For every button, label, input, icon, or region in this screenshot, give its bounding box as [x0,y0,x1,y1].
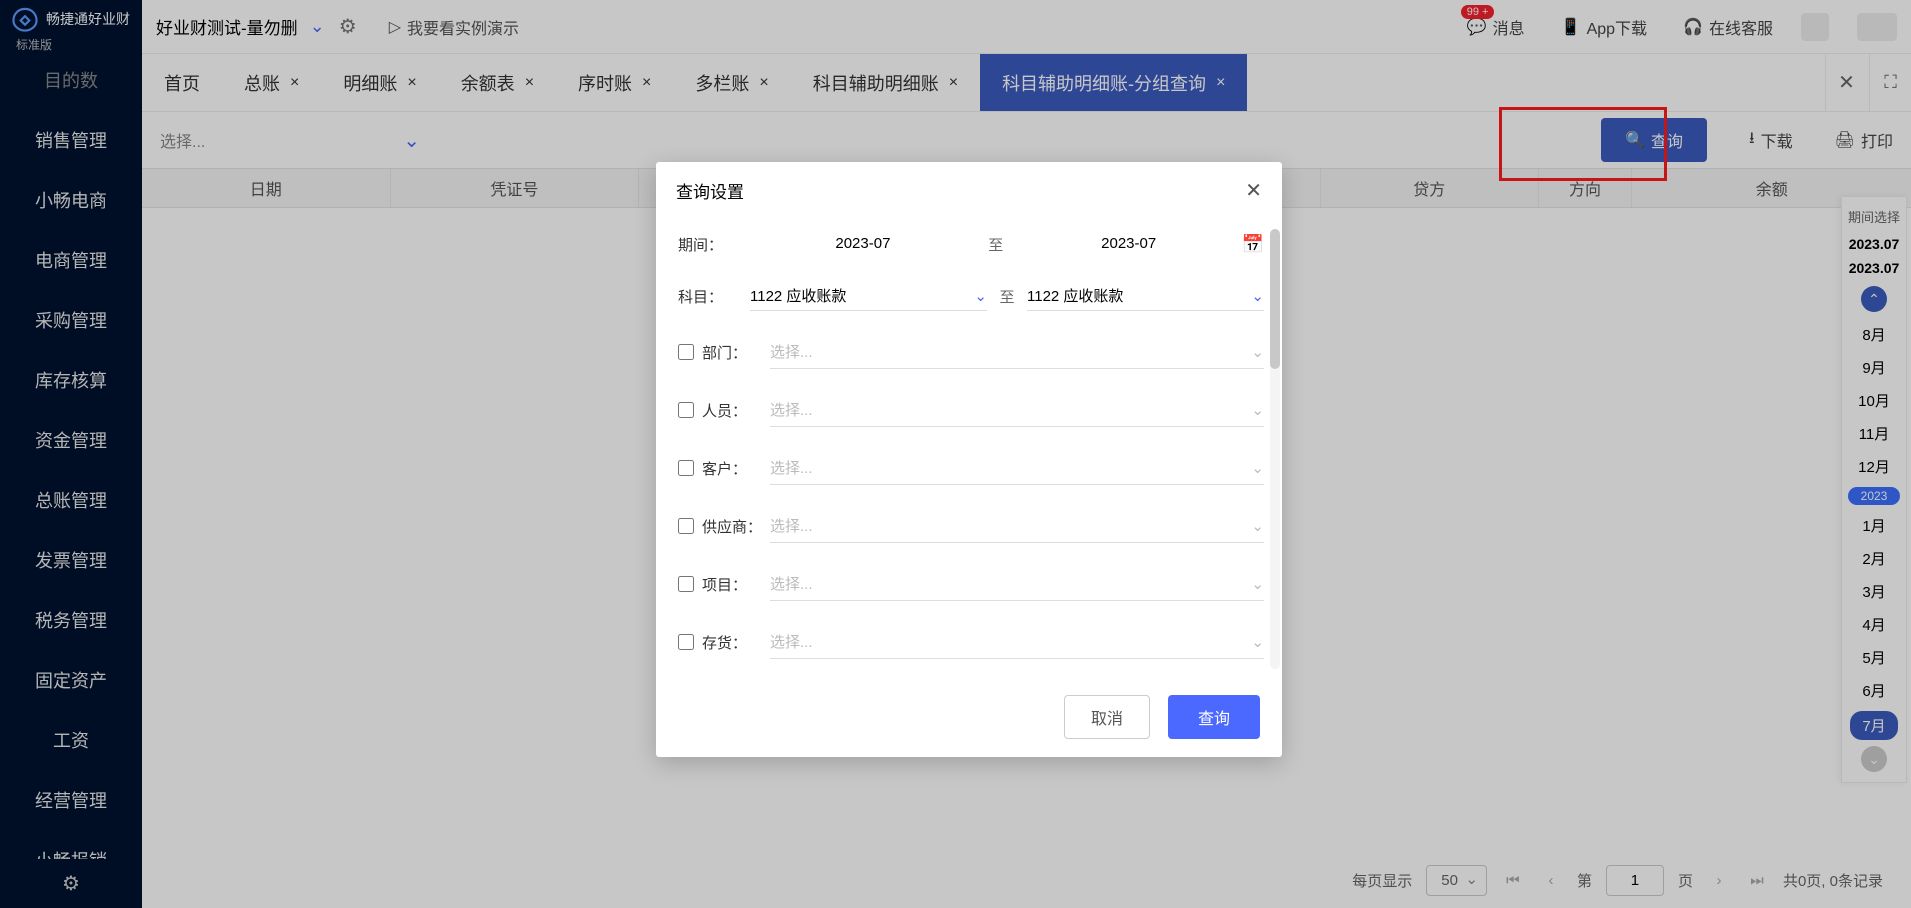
chevron-down-icon: ⌄ [1251,343,1264,361]
chevron-down-icon: ⌄ [1251,633,1264,651]
filter-row-dept: 部门： 选择... ⌄ [678,323,1264,381]
period-row: 期间： 2023-07 至 2023-07 📅 [678,219,1264,269]
modal-footer: 取消 查询 [656,679,1282,757]
chevron-down-icon: ⌄ [1251,575,1264,593]
filter-select-inventory[interactable]: 选择... ⌄ [770,625,1264,659]
filter-row-category: 往来分类： 选择...⌄ [678,671,1264,679]
period-to-input[interactable]: 2023-07 [1016,231,1242,257]
to-separator: 至 [987,286,1027,307]
filter-check-project[interactable]: 项目： [678,574,770,595]
filter-label: 供应商： [702,516,762,537]
chevron-down-icon: ⌄ [1251,459,1264,477]
filter-row-project: 项目： 选择... ⌄ [678,555,1264,613]
query-settings-modal: 查询设置 ✕ 期间： 2023-07 至 2023-07 📅 科目： 1122 … [656,162,1282,757]
filter-select-supplier[interactable]: 选择... ⌄ [770,509,1264,543]
placeholder-text: 选择... [770,341,813,362]
filter-check-dept[interactable]: 部门： [678,342,770,363]
chevron-down-icon: ⌄ [1251,401,1264,419]
filter-label: 人员： [702,400,747,421]
filter-label: 客户： [702,458,747,479]
to-separator: 至 [976,234,1016,255]
subject-to-value: 1122 应收账款 [1027,285,1123,306]
checkbox[interactable] [678,634,694,650]
close-icon[interactable]: ✕ [1245,178,1262,203]
chevron-down-icon: ⌄ [1251,287,1264,305]
ok-button[interactable]: 查询 [1168,695,1260,739]
filter-row-person: 人员： 选择... ⌄ [678,381,1264,439]
filter-select-person[interactable]: 选择... ⌄ [770,393,1264,427]
placeholder-text: 选择... [770,515,813,536]
period-from-input[interactable]: 2023-07 [750,231,976,257]
filter-label: 存货： [702,632,747,653]
cancel-button[interactable]: 取消 [1064,695,1150,739]
checkbox[interactable] [678,344,694,360]
placeholder-text: 选择... [770,573,813,594]
checkbox[interactable] [678,460,694,476]
filter-check-person[interactable]: 人员： [678,400,770,421]
subject-from-value: 1122 应收账款 [750,285,846,306]
placeholder-text: 选择... [770,457,813,478]
filter-row-supplier: 供应商： 选择... ⌄ [678,497,1264,555]
filter-check-supplier[interactable]: 供应商： [678,516,770,537]
filter-label: 项目： [702,574,747,595]
filter-select-dept[interactable]: 选择... ⌄ [770,335,1264,369]
placeholder-text: 选择... [770,399,813,420]
period-label: 期间： [678,234,750,255]
checkbox[interactable] [678,576,694,592]
scrollbar[interactable] [1270,229,1280,669]
subject-to-select[interactable]: 1122 应收账款 ⌄ [1027,281,1264,311]
filter-check-customer[interactable]: 客户： [678,458,770,479]
filter-row-inventory: 存货： 选择... ⌄ [678,613,1264,671]
filter-row-customer: 客户： 选择... ⌄ [678,439,1264,497]
chevron-down-icon: ⌄ [974,287,987,305]
placeholder-text: 选择... [770,631,813,652]
subject-row: 科目： 1122 应收账款 ⌄ 至 1122 应收账款 ⌄ [678,269,1264,323]
checkbox[interactable] [678,402,694,418]
filter-check-inventory[interactable]: 存货： [678,632,770,653]
subject-from-select[interactable]: 1122 应收账款 ⌄ [750,281,987,311]
filter-label: 部门： [702,342,747,363]
filter-select-customer[interactable]: 选择... ⌄ [770,451,1264,485]
modal-body: 期间： 2023-07 至 2023-07 📅 科目： 1122 应收账款 ⌄ … [656,219,1282,679]
modal-header: 查询设置 ✕ [656,162,1282,219]
subject-label: 科目： [678,286,750,307]
chevron-down-icon: ⌄ [1251,517,1264,535]
checkbox[interactable] [678,518,694,534]
filter-select-project[interactable]: 选择... ⌄ [770,567,1264,601]
modal-title: 查询设置 [676,178,744,203]
calendar-icon[interactable]: 📅 [1242,234,1264,255]
